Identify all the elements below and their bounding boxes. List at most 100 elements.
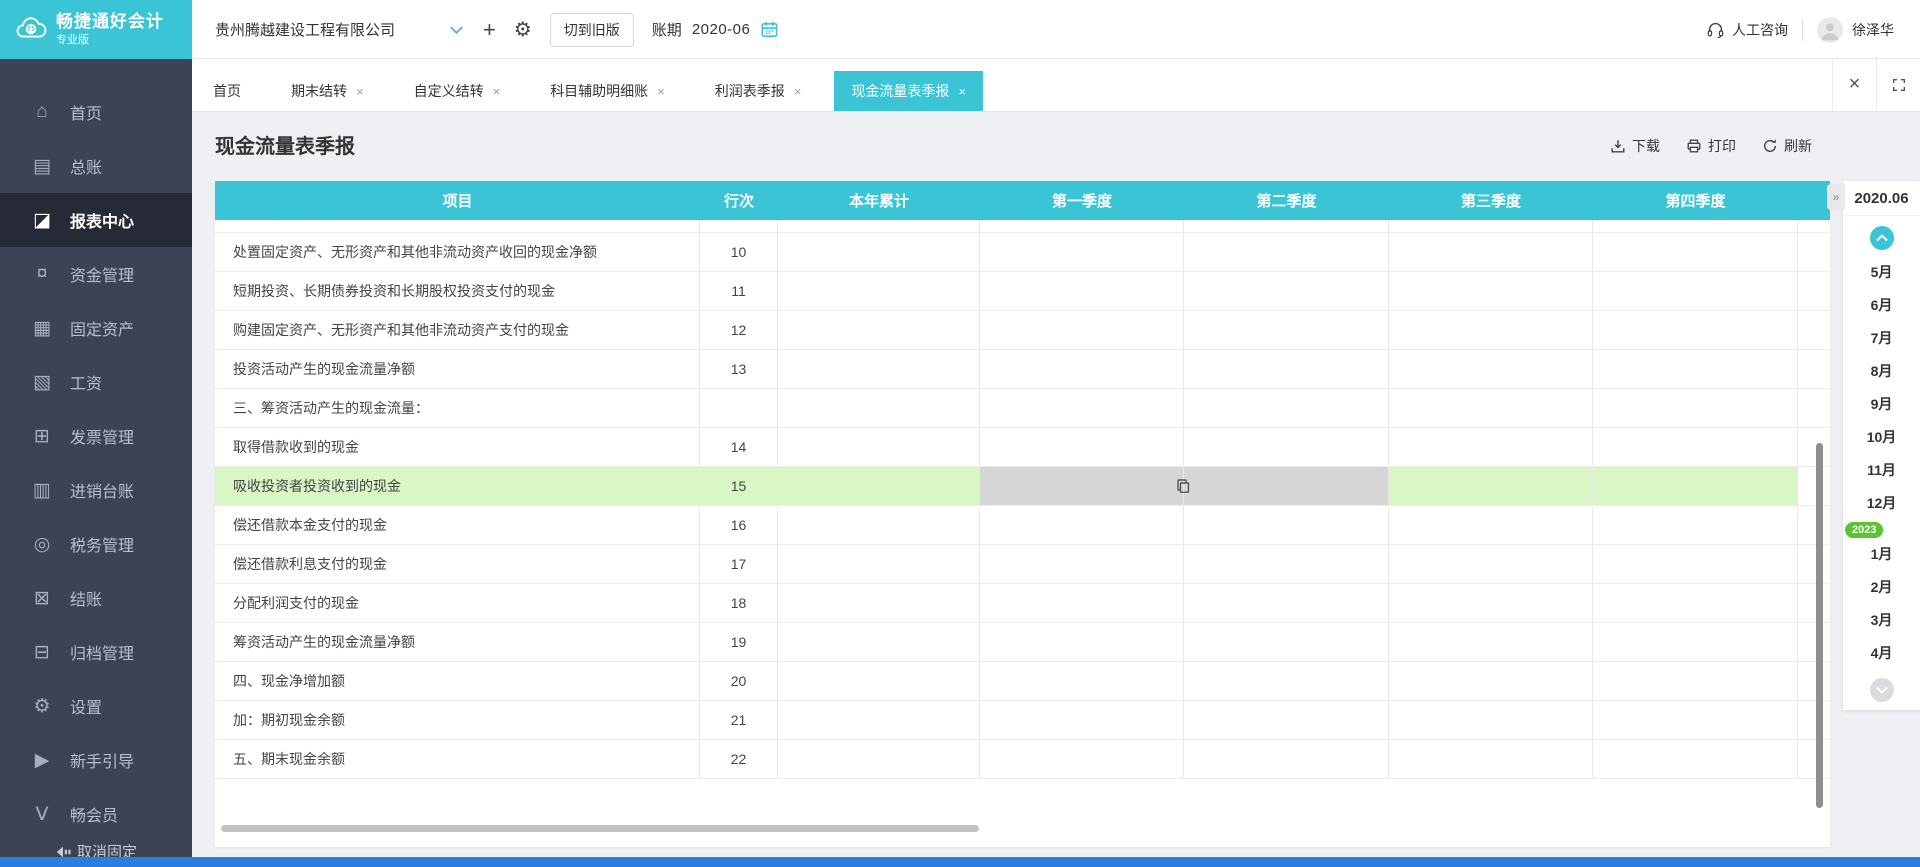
value-cell[interactable]	[1389, 220, 1593, 232]
value-cell[interactable]	[1389, 506, 1593, 544]
value-cell[interactable]	[1184, 311, 1389, 349]
sidebar-item-settings[interactable]: ⚙ 设置	[0, 679, 192, 733]
value-cell[interactable]	[1593, 272, 1798, 310]
value-cell[interactable]	[1184, 233, 1389, 271]
value-cell[interactable]	[778, 545, 980, 583]
sidebar-item-invoice[interactable]: ⊞ 发票管理	[0, 409, 192, 463]
sidebar-item-inventory[interactable]: ▥ 进销台账	[0, 463, 192, 517]
scroll-months-down-button[interactable]	[1869, 678, 1894, 702]
support-button[interactable]: 人工咨询	[1706, 20, 1788, 40]
value-cell[interactable]	[980, 662, 1184, 700]
add-account-set-icon[interactable]: +	[483, 18, 496, 41]
tab-现金流量表季报[interactable]: 现金流量表季报 ×	[834, 71, 983, 111]
month-item-2月[interactable]: 2月	[1871, 571, 1893, 604]
tab-首页[interactable]: 首页	[196, 71, 258, 111]
table-row[interactable]: 购建固定资产、无形资产和其他非流动资产支付的现金 12	[215, 311, 1830, 350]
value-cell[interactable]	[1184, 740, 1389, 778]
download-button[interactable]: 下载	[1610, 136, 1660, 156]
value-cell[interactable]	[1184, 428, 1389, 466]
value-cell[interactable]	[1389, 467, 1593, 505]
value-cell[interactable]	[778, 233, 980, 271]
value-cell[interactable]	[1389, 545, 1593, 583]
month-item-9月[interactable]: 9月	[1871, 388, 1893, 421]
sidebar-item-tax[interactable]: ◎ 税务管理	[0, 517, 192, 571]
table-row[interactable]: 短期投资、长期债券投资和长期股权投资支付的现金 11	[215, 272, 1830, 311]
print-button[interactable]: 打印	[1686, 136, 1736, 156]
table-row[interactable]: 偿还借款本金支付的现金 16	[215, 506, 1830, 545]
vertical-scrollbar-thumb[interactable]	[1816, 443, 1823, 808]
month-item-4月[interactable]: 4月	[1871, 637, 1893, 670]
value-cell[interactable]	[1389, 623, 1593, 661]
value-cell[interactable]	[1389, 389, 1593, 427]
value-cell[interactable]	[1184, 662, 1389, 700]
value-cell[interactable]	[1184, 506, 1389, 544]
value-cell[interactable]	[778, 311, 980, 349]
sidebar-item-member[interactable]: Ⅴ 畅会员	[0, 787, 192, 841]
user-menu[interactable]: 徐泽华	[1817, 16, 1894, 43]
sidebar-item-guide[interactable]: ▶ 新手引导	[0, 733, 192, 787]
month-item-5月[interactable]: 5月	[1871, 256, 1893, 289]
table-row[interactable]: 投资活动产生的现金流量净额 13	[215, 350, 1830, 389]
value-cell[interactable]	[980, 545, 1184, 583]
value-cell[interactable]	[1184, 701, 1389, 739]
value-cell[interactable]	[980, 233, 1184, 271]
value-cell[interactable]	[1593, 623, 1798, 661]
tab-期末结转[interactable]: 期末结转 ×	[274, 71, 381, 111]
value-cell[interactable]	[778, 220, 980, 232]
value-cell[interactable]	[980, 701, 1184, 739]
value-cell[interactable]	[1184, 623, 1389, 661]
value-cell[interactable]	[778, 350, 980, 388]
value-cell[interactable]	[1184, 584, 1389, 622]
table-row[interactable]: 五、期末现金余额 22	[215, 740, 1830, 779]
month-item-10月[interactable]: 10月	[1867, 421, 1897, 454]
value-cell[interactable]	[1389, 662, 1593, 700]
sidebar-item-closing[interactable]: ⊠ 结账	[0, 571, 192, 625]
sidebar-item-home[interactable]: ⌂ 首页	[0, 85, 192, 139]
value-cell[interactable]	[980, 467, 1190, 505]
month-panel-collapse-tab[interactable]: »	[1827, 184, 1845, 210]
table-row[interactable]: 处置固定资产、无形资产和其他非流动资产收回的现金净额 10	[215, 233, 1830, 272]
value-cell[interactable]	[1184, 545, 1389, 583]
sidebar-item-assets[interactable]: ▦ 固定资产	[0, 301, 192, 355]
value-cell[interactable]	[1593, 584, 1798, 622]
tab-科目辅助明细账[interactable]: 科目辅助明细账 ×	[533, 71, 682, 111]
value-cell[interactable]	[1184, 272, 1389, 310]
month-item-6月[interactable]: 6月	[1871, 289, 1893, 322]
tab-自定义结转[interactable]: 自定义结转 ×	[397, 71, 518, 111]
value-cell[interactable]	[1389, 428, 1593, 466]
value-cell[interactable]	[1389, 740, 1593, 778]
value-cell[interactable]	[980, 311, 1184, 349]
table-row[interactable]: 四、现金净增加额 20	[215, 662, 1830, 701]
value-cell[interactable]	[1184, 220, 1389, 232]
value-cell[interactable]	[1184, 389, 1389, 427]
value-cell[interactable]	[778, 467, 980, 505]
value-cell[interactable]	[980, 740, 1184, 778]
refresh-button[interactable]: 刷新	[1762, 136, 1812, 156]
settings-gear-icon[interactable]: ⚙	[514, 20, 532, 40]
value-cell[interactable]	[980, 623, 1184, 661]
value-cell[interactable]	[1593, 428, 1798, 466]
value-cell[interactable]	[1389, 272, 1593, 310]
value-cell[interactable]	[778, 701, 980, 739]
table-row[interactable]: 筹资活动产生的现金流量净额 19	[215, 623, 1830, 662]
tab-close-icon[interactable]: ×	[657, 84, 665, 99]
value-cell[interactable]	[980, 350, 1184, 388]
value-cell[interactable]	[1593, 311, 1798, 349]
close-tab-button[interactable]: ×	[1832, 58, 1876, 111]
sidebar-item-payroll[interactable]: ▧ 工资	[0, 355, 192, 409]
value-cell[interactable]	[778, 623, 980, 661]
table-row[interactable]: 偿还借款利息支付的现金 17	[215, 545, 1830, 584]
value-cell[interactable]	[1389, 233, 1593, 271]
month-item-8月[interactable]: 8月	[1871, 355, 1893, 388]
tab-close-icon[interactable]: ×	[794, 84, 802, 99]
horizontal-scrollbar-thumb[interactable]	[221, 825, 979, 832]
value-cell[interactable]	[980, 584, 1184, 622]
value-cell[interactable]	[980, 220, 1184, 232]
value-cell[interactable]	[1593, 233, 1798, 271]
month-item-1月[interactable]: 1月	[1871, 538, 1893, 571]
value-cell[interactable]	[1593, 545, 1798, 583]
value-cell[interactable]	[1184, 350, 1389, 388]
value-cell[interactable]	[1593, 220, 1798, 232]
value-cell[interactable]	[778, 272, 980, 310]
table-row[interactable]: 三、筹资活动产生的现金流量：	[215, 389, 1830, 428]
